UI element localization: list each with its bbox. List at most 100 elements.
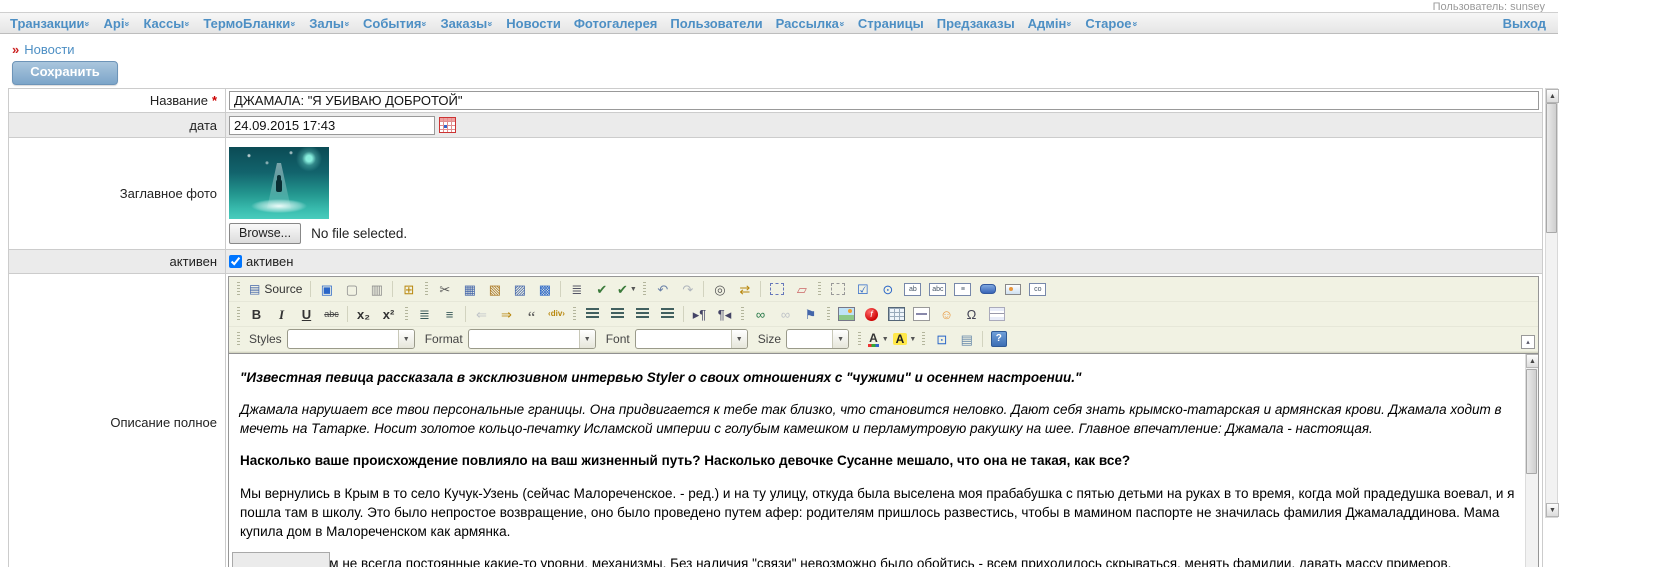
format-combo-value[interactable]: ▼ xyxy=(467,329,596,349)
save-icon[interactable]: ▣ xyxy=(315,280,338,298)
maximize-icon[interactable]: ⊡ xyxy=(930,330,953,348)
scayt-icon[interactable]: ✔ ▼ xyxy=(615,280,638,298)
remove-format-icon[interactable]: ▱ xyxy=(790,280,813,298)
font-combo[interactable]: Font ▼ xyxy=(606,329,748,349)
paste-from-word-icon[interactable]: ▩ xyxy=(533,280,556,298)
anchor-icon[interactable]: ⚑ xyxy=(799,305,822,323)
copy-icon[interactable]: ▦ xyxy=(458,280,481,298)
editor-text[interactable]: "Известная певица рассказала в эксклюзив… xyxy=(229,354,1525,567)
combo-arrow-icon[interactable]: ▼ xyxy=(578,330,595,348)
nav-item-новости[interactable]: Новости xyxy=(506,16,561,31)
title-input[interactable] xyxy=(229,91,1539,110)
blockquote-icon[interactable]: “ xyxy=(520,305,543,326)
spellcheck-icon[interactable]: ✔ xyxy=(590,280,613,298)
bidi-ltr-icon[interactable]: ▸¶ xyxy=(688,305,711,323)
div-container-icon[interactable]: ‹div› xyxy=(545,305,568,323)
preview-icon[interactable]: ▥ xyxy=(365,280,388,298)
smiley-icon[interactable]: ☺ xyxy=(935,305,958,323)
nav-item-фотогалерея[interactable]: Фотогалерея xyxy=(574,16,658,31)
date-input[interactable] xyxy=(229,115,435,135)
nav-item-страницы[interactable]: Страницы xyxy=(858,16,924,31)
page-scrollbar[interactable]: ▲ ▼ xyxy=(1545,88,1559,518)
page-scroll-up-icon[interactable]: ▲ xyxy=(1546,89,1559,103)
horizontal-rule-icon[interactable] xyxy=(910,305,933,323)
radio-icon[interactable]: ⊙ xyxy=(876,280,899,298)
nav-item-события[interactable]: События» xyxy=(363,16,430,31)
editor-scrollbar[interactable]: ▲ xyxy=(1525,354,1538,567)
size-combo[interactable]: Size ▼ xyxy=(758,329,850,349)
nav-item-кассы[interactable]: Кассы» xyxy=(143,16,192,31)
bold-icon[interactable]: B xyxy=(245,305,268,323)
print-icon[interactable]: ≣ xyxy=(565,280,588,298)
source-button[interactable]: ▤ Source xyxy=(244,280,307,298)
replace-icon[interactable]: ⇄ xyxy=(733,280,756,298)
form-icon[interactable] xyxy=(826,280,849,298)
save-button[interactable]: Сохранить xyxy=(12,61,118,85)
nav-item-адмін[interactable]: Адмін» xyxy=(1028,16,1075,31)
text-field-icon[interactable]: ab xyxy=(901,280,924,298)
browse-button[interactable]: Browse... xyxy=(229,222,302,244)
nav-item-старое[interactable]: Старое» xyxy=(1085,16,1140,31)
flash-icon[interactable]: f xyxy=(860,305,883,323)
toolbar-collapse-button[interactable]: ▴ xyxy=(1521,335,1535,349)
undo-icon[interactable]: ↶ xyxy=(651,280,674,298)
nav-item-рассылка[interactable]: Рассылка» xyxy=(776,16,848,31)
page-scroll-thumb[interactable] xyxy=(1546,103,1557,233)
select-all-icon[interactable] xyxy=(765,280,788,298)
calendar-icon[interactable] xyxy=(439,117,456,133)
align-justify-icon[interactable] xyxy=(656,305,679,323)
hidden-field-icon[interactable]: co xyxy=(1026,280,1049,298)
nav-item-пользователи[interactable]: Пользователи xyxy=(670,16,762,31)
active-checkbox[interactable] xyxy=(229,255,242,268)
styles-combo[interactable]: Styles ▼ xyxy=(249,329,415,349)
text-color-icon[interactable]: A ▼ xyxy=(866,330,890,348)
nav-item-залы[interactable]: Залы» xyxy=(309,16,352,31)
combo-arrow-icon[interactable]: ▼ xyxy=(832,330,849,348)
redo-icon[interactable]: ↷ xyxy=(676,280,699,298)
size-combo-value[interactable]: ▼ xyxy=(786,329,850,349)
nav-item-термобланки[interactable]: ТермоБланки» xyxy=(203,16,298,31)
combo-arrow-icon[interactable]: ▼ xyxy=(730,330,747,348)
breadcrumb-link-news[interactable]: Новости xyxy=(24,42,74,57)
combo-arrow-icon[interactable]: ▼ xyxy=(397,330,414,348)
editor-scroll-thumb[interactable] xyxy=(1526,369,1537,474)
editor-scroll-up-icon[interactable]: ▲ xyxy=(1526,354,1538,368)
bidi-rtl-icon[interactable]: ¶◂ xyxy=(713,305,736,323)
subscript-icon[interactable]: x₂ xyxy=(352,305,375,323)
unlink-icon[interactable]: ∞ xyxy=(774,305,797,323)
special-char-icon[interactable]: Ω xyxy=(960,305,983,323)
indent-icon[interactable]: ⇒ xyxy=(495,305,518,323)
templates-icon[interactable]: ⊞ xyxy=(397,280,420,298)
about-icon[interactable]: ? xyxy=(987,330,1010,348)
format-combo[interactable]: Format ▼ xyxy=(425,329,596,349)
checkbox-icon[interactable]: ☑ xyxy=(851,280,874,298)
font-combo-value[interactable]: ▼ xyxy=(634,329,748,349)
page-scroll-down-icon[interactable]: ▼ xyxy=(1546,503,1559,517)
styles-combo-value[interactable]: ▼ xyxy=(286,329,415,349)
italic-icon[interactable]: I xyxy=(270,305,293,323)
strikethrough-icon[interactable]: abc xyxy=(320,305,343,323)
outdent-icon[interactable]: ⇐ xyxy=(470,305,493,323)
table-icon[interactable] xyxy=(885,305,908,323)
show-blocks-icon[interactable]: ▤ xyxy=(955,330,978,348)
nav-item-транзакции[interactable]: Транзакции» xyxy=(10,16,93,31)
textarea-icon[interactable]: abc xyxy=(926,280,949,298)
select-field-icon[interactable]: ≡ xyxy=(951,280,974,298)
find-icon[interactable]: ◎ xyxy=(708,280,731,298)
nav-item-предзаказы[interactable]: Предзаказы xyxy=(937,16,1015,31)
logout-link[interactable]: Выход xyxy=(1503,16,1546,31)
bulleted-list-icon[interactable]: ≡ xyxy=(438,305,461,323)
paste-text-icon[interactable]: ▨ xyxy=(508,280,531,298)
image-icon[interactable] xyxy=(835,305,858,323)
button-icon[interactable] xyxy=(976,280,999,298)
align-center-icon[interactable] xyxy=(606,305,629,323)
link-icon[interactable]: ∞ xyxy=(749,305,772,323)
background-color-icon[interactable]: A ▼ xyxy=(892,330,918,348)
paste-icon[interactable]: ▧ xyxy=(483,280,506,298)
nav-item-api[interactable]: Api» xyxy=(104,16,133,31)
new-page-icon[interactable]: ▢ xyxy=(340,280,363,298)
cut-icon[interactable]: ✂ xyxy=(433,280,456,298)
align-left-icon[interactable] xyxy=(581,305,604,323)
image-button-icon[interactable] xyxy=(1001,280,1024,298)
page-break-icon[interactable] xyxy=(985,305,1008,323)
